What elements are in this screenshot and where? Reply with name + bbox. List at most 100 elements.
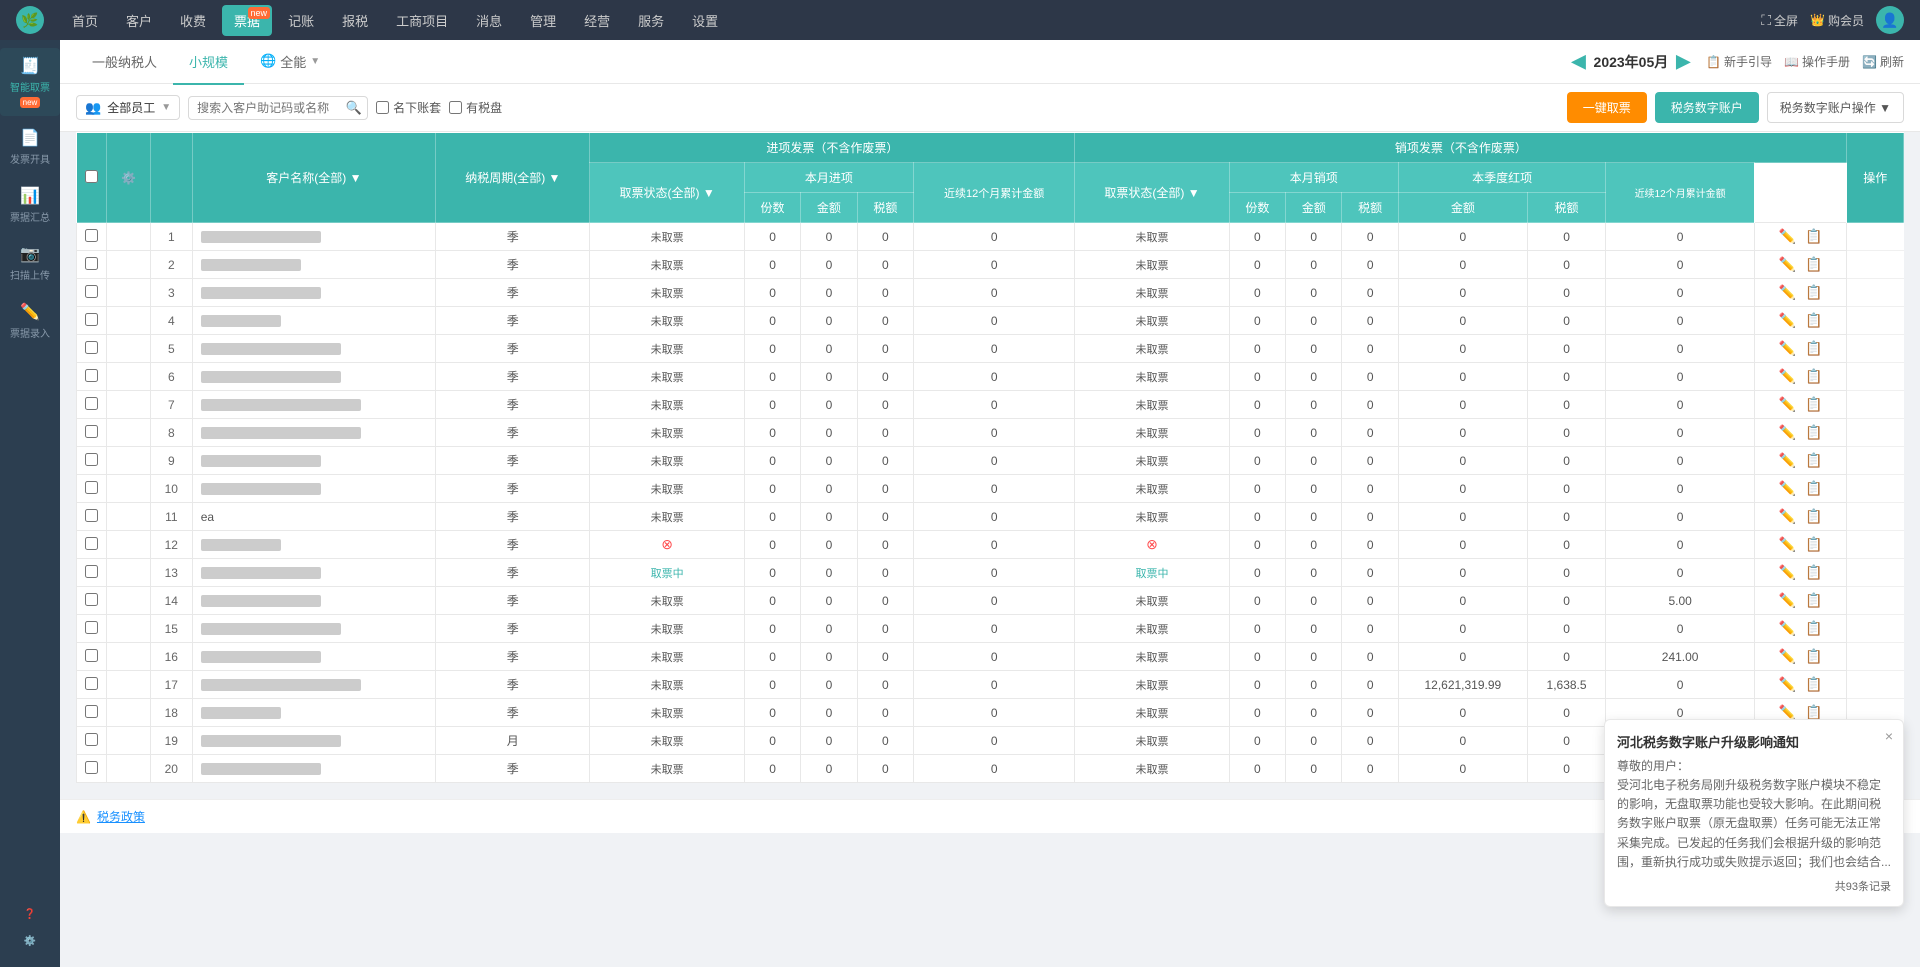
edit-icon[interactable]: ✏️ [1776, 368, 1799, 384]
nav-message[interactable]: 消息 [464, 5, 514, 36]
copy-icon[interactable]: 📋 [1802, 564, 1825, 580]
new-guide-btn[interactable]: 📋 新手引导 [1706, 53, 1772, 70]
edit-icon[interactable]: ✏️ [1776, 592, 1799, 608]
tax-digital-btn[interactable]: 税务数字账户 [1655, 92, 1759, 123]
row-checkbox[interactable] [85, 341, 98, 354]
tab-all[interactable]: 🌐 全能 ▼ [244, 40, 336, 85]
sidebar-item-smart-invoice[interactable]: 🧾 智能取票 new [0, 48, 60, 116]
period-prev-btn[interactable]: ◀ [1572, 51, 1586, 72]
copy-icon[interactable]: 📋 [1802, 312, 1825, 328]
tax-policy-link[interactable]: 税务政策 [97, 808, 145, 825]
nav-income[interactable]: 收费 [168, 5, 218, 36]
search-input[interactable] [188, 96, 368, 120]
tax-digital-op-btn[interactable]: 税务数字账户操作 ▼ [1767, 92, 1904, 123]
edit-icon[interactable]: ✏️ [1776, 620, 1799, 636]
nav-home[interactable]: 首页 [60, 5, 110, 36]
copy-icon[interactable]: 📋 [1802, 592, 1825, 608]
row-checkbox[interactable] [85, 425, 98, 438]
copy-icon[interactable]: 📋 [1802, 396, 1825, 412]
row-checkbox[interactable] [85, 621, 98, 634]
copy-icon[interactable]: 📋 [1802, 704, 1825, 720]
copy-icon[interactable]: 📋 [1802, 256, 1825, 272]
edit-icon[interactable]: ✏️ [1776, 256, 1799, 272]
nav-service[interactable]: 服务 [626, 5, 676, 36]
tab-small[interactable]: 小规模 [173, 40, 244, 85]
tax-plate-checkbox[interactable] [449, 101, 462, 114]
edit-icon[interactable]: ✏️ [1776, 676, 1799, 692]
row-checkbox[interactable] [85, 285, 98, 298]
copy-icon[interactable]: 📋 [1802, 536, 1825, 552]
copy-icon[interactable]: 📋 [1802, 480, 1825, 496]
nav-invoice[interactable]: 票据 new [222, 5, 272, 36]
edit-icon[interactable]: ✏️ [1776, 508, 1799, 524]
row-checkbox[interactable] [85, 229, 98, 242]
copy-icon[interactable]: 📋 [1802, 452, 1825, 468]
row-checkbox[interactable] [85, 313, 98, 326]
copy-icon[interactable]: 📋 [1802, 340, 1825, 356]
ledger-check-label[interactable]: 名下账套 [376, 99, 441, 116]
edit-icon[interactable]: ✏️ [1776, 284, 1799, 300]
nav-tax[interactable]: 报税 [330, 5, 380, 36]
row-checkbox[interactable] [85, 677, 98, 690]
row-checkbox[interactable] [85, 733, 98, 746]
copy-icon[interactable]: 📋 [1802, 424, 1825, 440]
nav-operation[interactable]: 经营 [572, 5, 622, 36]
notification-close-btn[interactable]: × [1885, 728, 1893, 744]
tax-plate-check-label[interactable]: 有税盘 [449, 99, 502, 116]
copy-icon[interactable]: 📋 [1802, 284, 1825, 300]
row-checkbox[interactable] [85, 481, 98, 494]
manual-btn[interactable]: 📖 操作手册 [1784, 53, 1850, 70]
edit-icon[interactable]: ✏️ [1776, 228, 1799, 244]
edit-icon[interactable]: ✏️ [1776, 564, 1799, 580]
nav-bookkeeping[interactable]: 记账 [276, 5, 326, 36]
copy-icon[interactable]: 📋 [1802, 648, 1825, 664]
row-checkbox[interactable] [85, 509, 98, 522]
row-checkbox[interactable] [85, 593, 98, 606]
ledger-checkbox[interactable] [376, 101, 389, 114]
edit-icon[interactable]: ✏️ [1776, 452, 1799, 468]
sidebar-item-scan[interactable]: 📷 扫描上传 [0, 236, 60, 290]
row-checkbox[interactable] [85, 257, 98, 270]
row-checkbox[interactable] [85, 649, 98, 662]
user-avatar[interactable]: 👤 [1876, 6, 1904, 34]
copy-icon[interactable]: 📋 [1802, 676, 1825, 692]
row-checkbox[interactable] [85, 453, 98, 466]
sidebar-item-summary[interactable]: 📊 票据汇总 [0, 178, 60, 232]
row-checkbox[interactable] [85, 565, 98, 578]
nav-business[interactable]: 工商项目 [384, 5, 460, 36]
copy-icon[interactable]: 📋 [1802, 228, 1825, 244]
edit-icon[interactable]: ✏️ [1776, 480, 1799, 496]
refresh-btn[interactable]: 🔄 刷新 [1862, 53, 1904, 70]
nav-customers[interactable]: 客户 [114, 5, 164, 36]
copy-icon[interactable]: 📋 [1802, 368, 1825, 384]
row-checkbox[interactable] [85, 761, 98, 774]
row-checkbox[interactable] [85, 369, 98, 382]
row-checkbox[interactable] [85, 397, 98, 410]
copy-icon[interactable]: 📋 [1802, 508, 1825, 524]
row-checkbox[interactable] [85, 705, 98, 718]
settings-icon[interactable]: ⚙️ [121, 171, 136, 185]
nav-management[interactable]: 管理 [518, 5, 568, 36]
tab-general[interactable]: 一般纳税人 [76, 40, 173, 85]
row-checkbox[interactable] [85, 537, 98, 550]
oneclick-btn[interactable]: 一键取票 [1567, 92, 1647, 123]
copy-icon[interactable]: 📋 [1802, 620, 1825, 636]
edit-icon[interactable]: ✏️ [1776, 536, 1799, 552]
edit-icon[interactable]: ✏️ [1776, 424, 1799, 440]
period-next-btn[interactable]: ▶ [1676, 51, 1690, 72]
employee-filter[interactable]: 👥 全部员工 ▼ [76, 95, 180, 120]
search-button[interactable]: 🔍 [346, 100, 362, 116]
sidebar-item-open-invoice[interactable]: 📄 发票开具 [0, 120, 60, 174]
edit-icon[interactable]: ✏️ [1776, 396, 1799, 412]
sidebar-item-help[interactable]: ❓ [20, 901, 40, 928]
sidebar-item-entry[interactable]: ✏️ 票据录入 [0, 294, 60, 348]
select-all-checkbox[interactable] [85, 170, 98, 183]
edit-icon[interactable]: ✏️ [1776, 704, 1799, 720]
nav-settings[interactable]: 设置 [680, 5, 730, 36]
edit-icon[interactable]: ✏️ [1776, 340, 1799, 356]
edit-icon[interactable]: ✏️ [1776, 648, 1799, 664]
edit-icon[interactable]: ✏️ [1776, 312, 1799, 328]
member-btn[interactable]: 👑 购会员 [1810, 12, 1864, 29]
fullscreen-btn[interactable]: ⛶ 全屏 [1761, 12, 1798, 29]
sidebar-item-settings-bottom[interactable]: ⚙️ [20, 928, 40, 955]
